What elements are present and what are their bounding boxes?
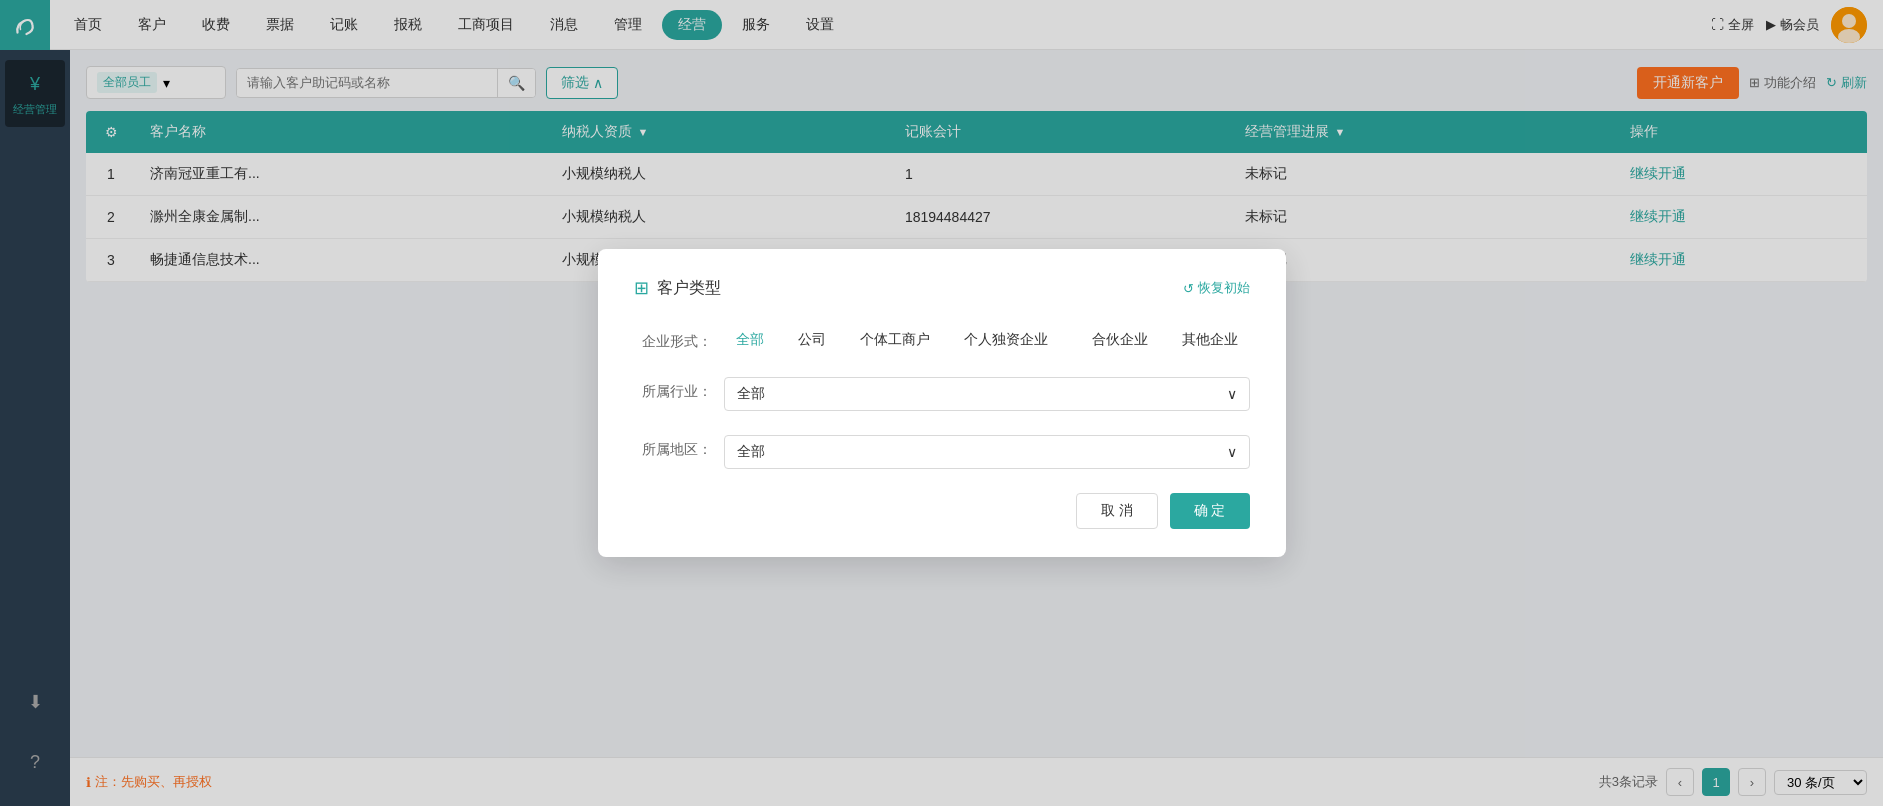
industry-select[interactable]: 全部 ∨: [724, 377, 1250, 411]
region-label: 所属地区：: [634, 435, 724, 459]
customer-type-modal: ⊞ 客户类型 ↺ 恢复初始 企业形式： 全部 公司 个体工商户 个人独资企业 合…: [598, 249, 1286, 557]
enterprise-form-label: 企业形式：: [634, 327, 724, 351]
confirm-button[interactable]: 确 定: [1170, 493, 1250, 529]
option-partnership[interactable]: 合伙企业: [1080, 327, 1160, 353]
industry-value: 全部: [737, 385, 765, 403]
option-other[interactable]: 其他企业: [1170, 327, 1250, 353]
region-select[interactable]: 全部 ∨: [724, 435, 1250, 469]
enterprise-form-row: 企业形式： 全部 公司 个体工商户 个人独资企业 合伙企业 其他企业: [634, 327, 1250, 353]
option-all[interactable]: 全部: [724, 327, 776, 353]
region-value: 全部: [737, 443, 765, 461]
cancel-button[interactable]: 取 消: [1076, 493, 1158, 529]
option-sole-proprietorship[interactable]: 个人独资企业: [952, 327, 1060, 353]
modal-title: ⊞ 客户类型: [634, 277, 721, 299]
modal-title-icon: ⊞: [634, 277, 649, 299]
option-company[interactable]: 公司: [786, 327, 838, 353]
reset-button[interactable]: ↺ 恢复初始: [1183, 279, 1250, 297]
option-individual[interactable]: 个体工商户: [848, 327, 942, 353]
modal-header: ⊞ 客户类型 ↺ 恢复初始: [634, 277, 1250, 299]
modal-overlay: ⊞ 客户类型 ↺ 恢复初始 企业形式： 全部 公司 个体工商户 个人独资企业 合…: [0, 0, 1883, 806]
region-chevron-icon: ∨: [1227, 444, 1237, 460]
region-row: 所属地区： 全部 ∨: [634, 435, 1250, 469]
enterprise-options: 全部 公司 个体工商户 个人独资企业 合伙企业 其他企业: [724, 327, 1250, 353]
industry-row: 所属行业： 全部 ∨: [634, 377, 1250, 411]
industry-chevron-icon: ∨: [1227, 386, 1237, 402]
reset-icon: ↺: [1183, 281, 1194, 296]
industry-label: 所属行业：: [634, 377, 724, 401]
modal-footer: 取 消 确 定: [634, 493, 1250, 529]
